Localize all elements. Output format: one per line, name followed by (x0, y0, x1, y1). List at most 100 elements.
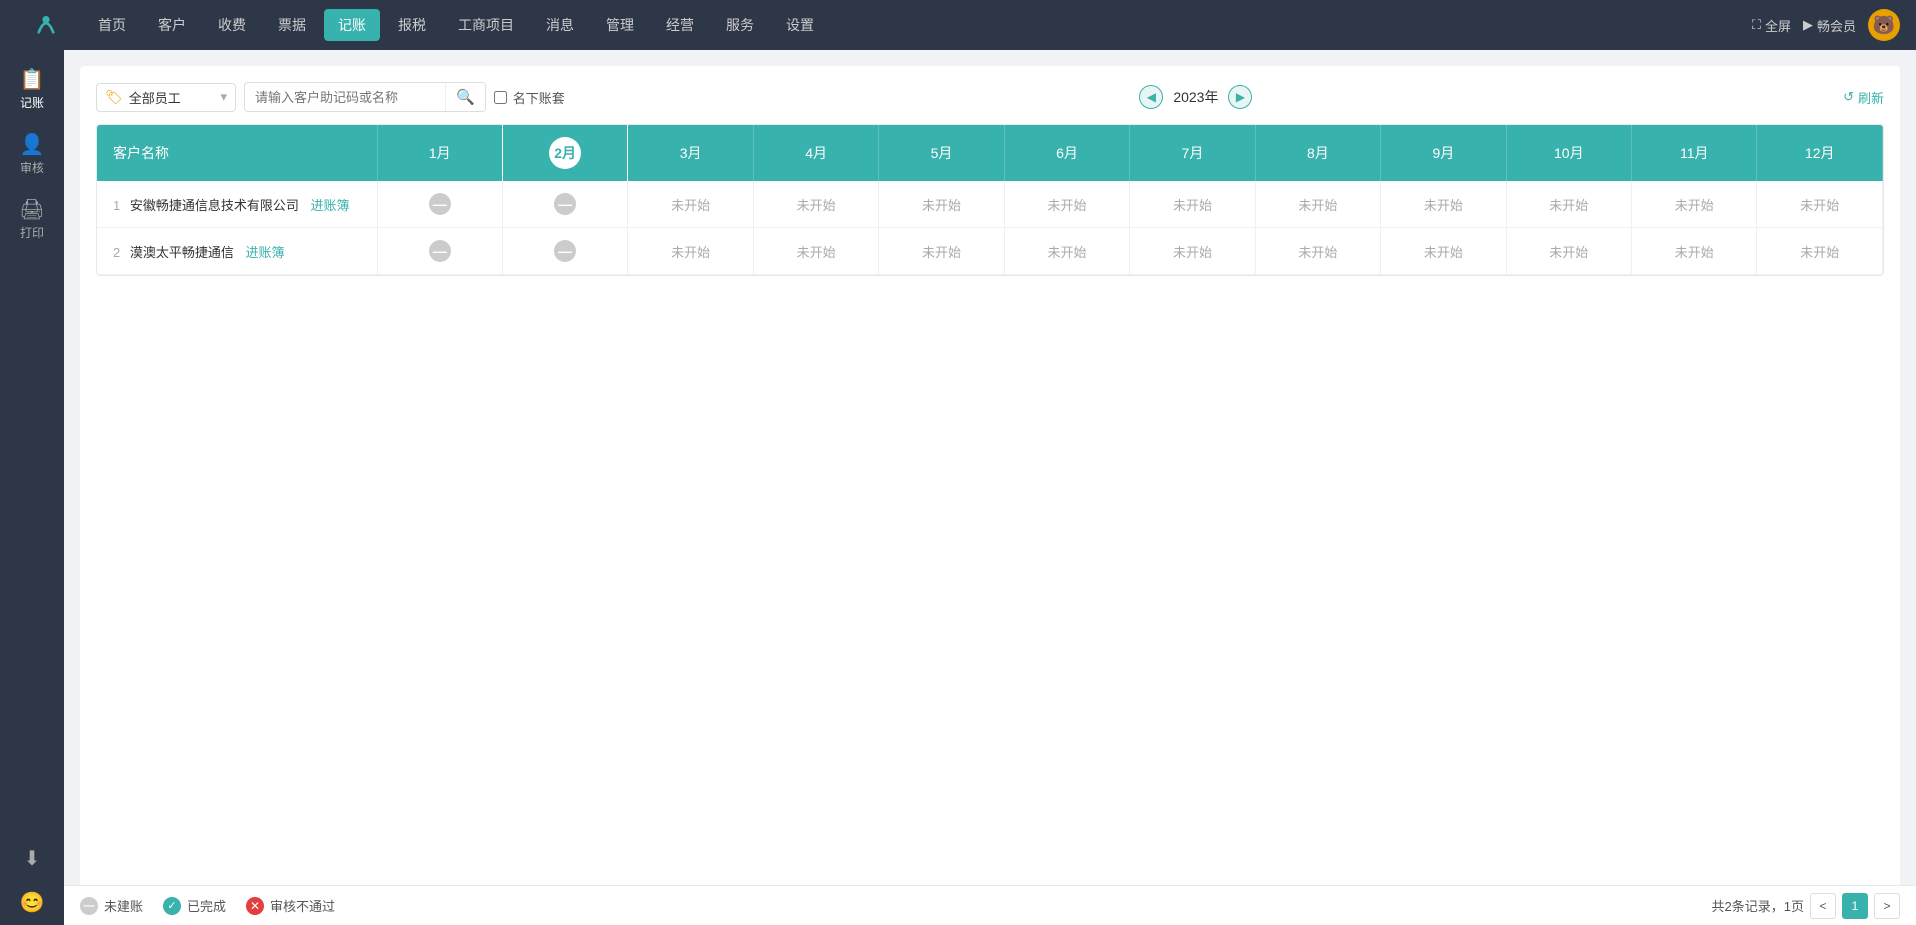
user-avatar[interactable]: 🐻 (1868, 9, 1900, 41)
legend-dot-teal: ✓ (163, 897, 181, 915)
search-input[interactable] (245, 85, 445, 110)
month-cell-12: 未开始 (1757, 228, 1883, 275)
footer: — 未建账 ✓ 已完成 ✕ 审核不通过 共2条记录，1页 < 1 > (64, 885, 1916, 925)
bookkeeping-icon: 📋 (20, 70, 45, 90)
month-cell-6: 未开始 (1004, 181, 1129, 228)
client-cell: 2 漠澳太平畅捷通信 进账簿 (97, 228, 377, 275)
legend-not-built-label: 未建账 (104, 896, 143, 915)
sidebar-item-print-label: 打印 (20, 224, 44, 241)
table-row: 1 安徽畅捷通信息技术有限公司 进账簿 ——未开始未开始未开始未开始未开始未开始… (97, 181, 1883, 228)
prev-page-button[interactable]: < (1810, 893, 1836, 919)
nav-message[interactable]: 消息 (532, 9, 588, 41)
nav-service[interactable]: 服务 (712, 9, 768, 41)
sidebar-item-bookkeeping[interactable]: 📋 记账 (0, 58, 64, 123)
prev-year-button[interactable]: ◀ (1139, 85, 1163, 109)
not-started-status: 未开始 (1549, 245, 1588, 260)
col-header-dec: 12月 (1757, 125, 1883, 181)
row-index: 2 (113, 245, 120, 260)
month-cell-12: 未开始 (1757, 181, 1883, 228)
search-wrapper: 🔍 (244, 82, 486, 112)
month-cell-5: 未开始 (879, 228, 1004, 275)
col-header-aug: 8月 (1255, 125, 1380, 181)
month-cell-7: 未开始 (1130, 181, 1255, 228)
nav-business[interactable]: 工商项目 (444, 9, 528, 41)
audit-icon: 👤 (20, 135, 45, 155)
print-icon: 🖨 (19, 200, 44, 220)
col-header-jul: 7月 (1130, 125, 1255, 181)
employee-select[interactable]: 🏷 全部员工 ▾ (96, 83, 236, 112)
refresh-icon: ↺ (1843, 89, 1854, 105)
month-cell-4: 未开始 (753, 181, 878, 228)
not-started-status: 未开始 (922, 198, 961, 213)
page-1-button[interactable]: 1 (1842, 893, 1868, 919)
client-name: 安徽畅捷通信息技术有限公司 (130, 198, 299, 213)
not-built-icon: — (429, 240, 451, 262)
month-cell-9: 未开始 (1381, 228, 1506, 275)
fullscreen-button[interactable]: ⛶ 全屏 (1752, 16, 1791, 35)
logo (16, 7, 76, 43)
col-header-jun: 6月 (1004, 125, 1129, 181)
month-cell-1: — (377, 228, 502, 275)
not-started-status: 未开始 (797, 198, 836, 213)
client-cell: 1 安徽畅捷通信息技术有限公司 进账簿 (97, 181, 377, 228)
not-built-icon: — (429, 193, 451, 215)
not-started-status: 未开始 (1549, 198, 1588, 213)
nav-client[interactable]: 客户 (144, 9, 200, 41)
dropdown-arrow-icon: ▾ (220, 89, 227, 105)
sidebar-item-bookkeeping-label: 记账 (20, 94, 44, 111)
month-cell-5: 未开始 (879, 181, 1004, 228)
legend-completed: ✓ 已完成 (163, 896, 226, 915)
sidebar-item-print[interactable]: 🖨 打印 (0, 188, 64, 253)
month-cell-6: 未开始 (1004, 228, 1129, 275)
sidebar-item-user[interactable]: 😊 (0, 881, 64, 925)
col-header-mar: 3月 (628, 125, 753, 181)
enter-account-link[interactable]: 进账簿 (246, 245, 285, 260)
account-checkbox-label[interactable]: 名下账套 (494, 88, 565, 107)
not-started-status: 未开始 (671, 198, 710, 213)
pagination: 共2条记录，1页 < 1 > (1712, 893, 1900, 919)
sidebar-item-audit[interactable]: 👤 审核 (0, 123, 64, 188)
refresh-button[interactable]: ↺ 刷新 (1843, 88, 1884, 107)
nav-operation[interactable]: 经营 (652, 9, 708, 41)
legend-dot-red: ✕ (246, 897, 264, 915)
vip-button[interactable]: ▶ 畅会员 (1803, 16, 1856, 35)
nav-invoice[interactable]: 票据 (264, 9, 320, 41)
sidebar-item-download[interactable]: ⬇ (0, 837, 64, 881)
toolbar: 🏷 全部员工 ▾ 🔍 名下账套 ◀ 2023年 ▶ ↺ 刷新 (96, 82, 1884, 112)
month-cell-1: — (377, 181, 502, 228)
nav-setting[interactable]: 设置 (772, 9, 828, 41)
not-started-status: 未开始 (1173, 198, 1212, 213)
logo-icon (28, 7, 64, 43)
enter-account-link[interactable]: 进账簿 (311, 198, 350, 213)
nav-home[interactable]: 首页 (84, 9, 140, 41)
month-cell-9: 未开始 (1381, 181, 1506, 228)
search-button[interactable]: 🔍 (445, 83, 485, 111)
nav-manage[interactable]: 管理 (592, 9, 648, 41)
not-started-status: 未开始 (1173, 245, 1212, 260)
not-started-status: 未开始 (1424, 198, 1463, 213)
row-index: 1 (113, 198, 120, 213)
not-started-status: 未开始 (1298, 245, 1337, 260)
account-checkbox[interactable] (494, 91, 507, 104)
nav-right: ⛶ 全屏 ▶ 畅会员 🐻 (1752, 9, 1900, 41)
col-header-feb: 2月 (502, 125, 627, 181)
user-icon: 😊 (20, 893, 45, 913)
video-icon: ▶ (1803, 17, 1813, 33)
not-started-status: 未开始 (1424, 245, 1463, 260)
legend-completed-label: 已完成 (187, 896, 226, 915)
nav-tax[interactable]: 报税 (384, 9, 440, 41)
month-cell-4: 未开始 (753, 228, 878, 275)
col-header-oct: 10月 (1506, 125, 1631, 181)
nav-bookkeeping[interactable]: 记账 (324, 9, 380, 41)
month-cell-3: 未开始 (628, 181, 753, 228)
not-started-status: 未开始 (1047, 245, 1086, 260)
not-started-status: 未开始 (1800, 245, 1839, 260)
next-page-button[interactable]: > (1874, 893, 1900, 919)
employee-select-label: 全部员工 (129, 88, 181, 107)
legend-rejected: ✕ 审核不通过 (246, 896, 335, 915)
next-year-button[interactable]: ▶ (1228, 85, 1252, 109)
nav-fee[interactable]: 收费 (204, 9, 260, 41)
download-icon: ⬇ (24, 849, 41, 869)
year-display: 2023年 (1173, 87, 1218, 107)
table-wrapper: 客户名称 1月 2月 3月 4月 5月 6月 7月 8月 9月 10月 11月 (96, 124, 1884, 276)
